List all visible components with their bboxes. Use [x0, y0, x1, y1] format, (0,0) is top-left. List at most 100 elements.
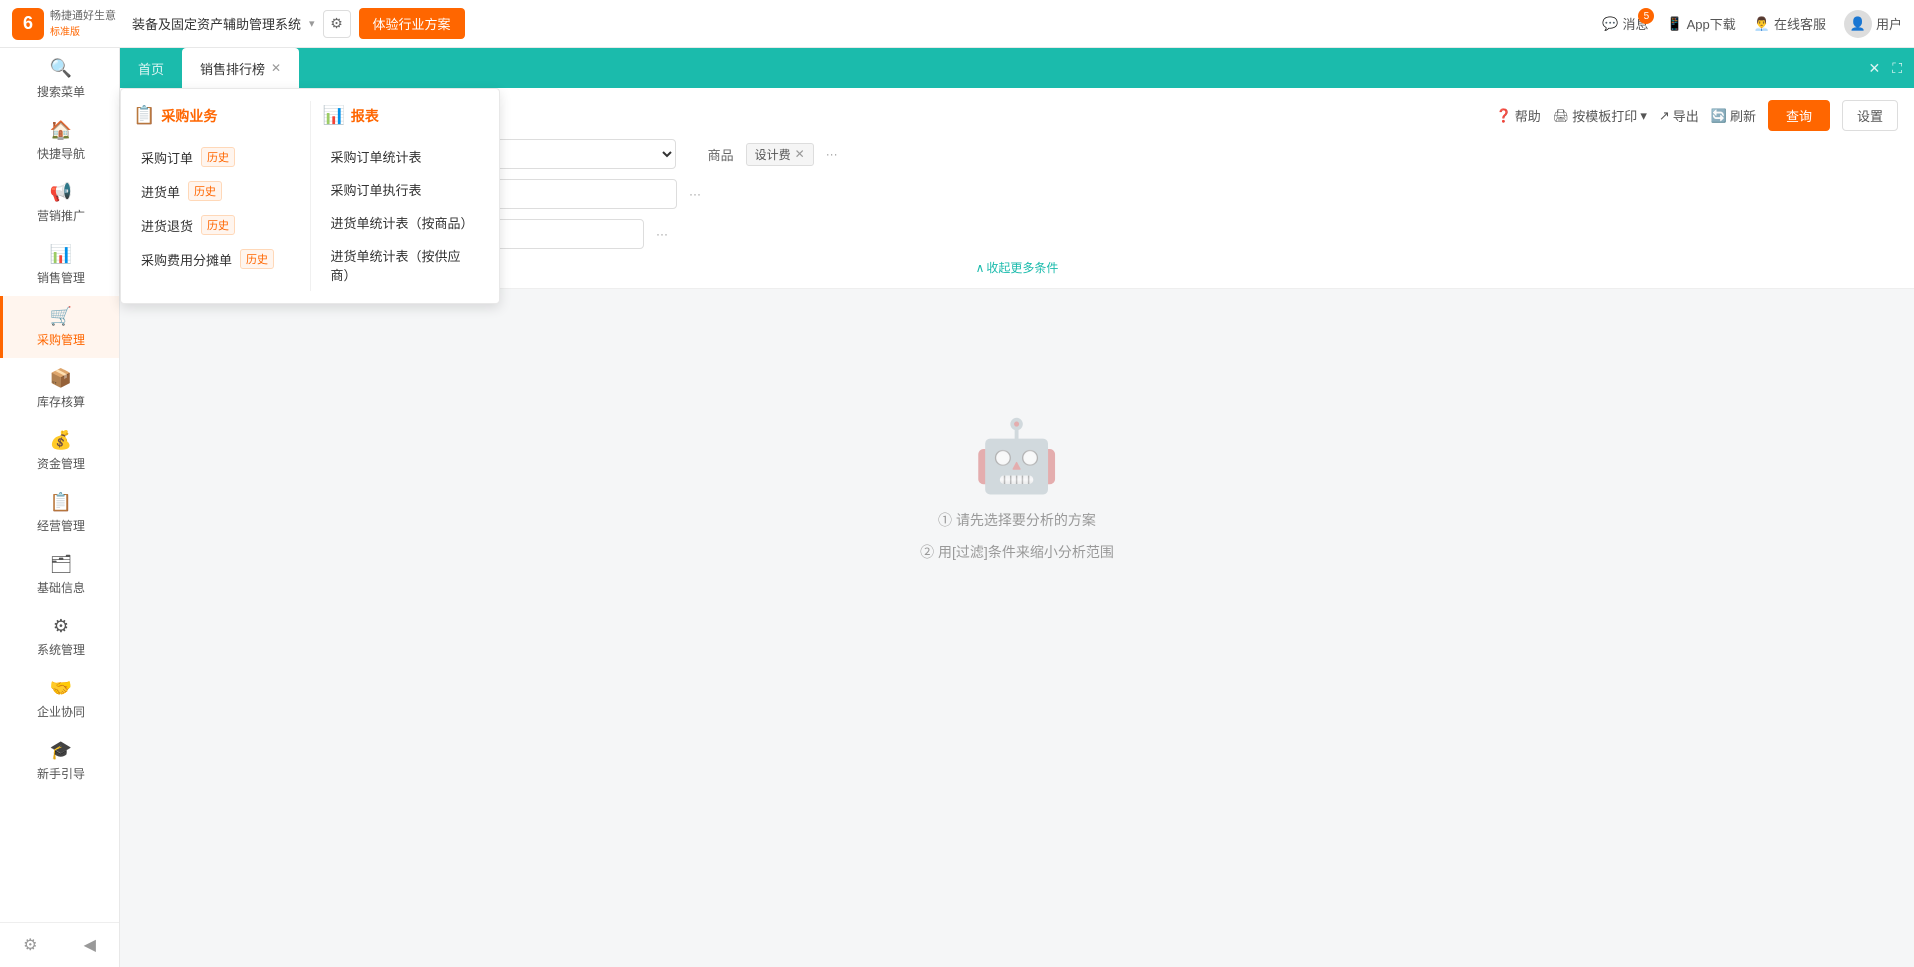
- export-icon: ↗: [1659, 108, 1670, 124]
- sidebar-settings-button[interactable]: ⚙: [23, 935, 37, 955]
- service-icon: 👨‍💼: [1754, 16, 1770, 32]
- sidebar-item-inventory[interactable]: 📦 库存核算: [0, 358, 119, 420]
- salesperson-input[interactable]: [483, 179, 677, 209]
- sidebar-item-label: 经营管理: [37, 517, 85, 534]
- sidebar-collapse-button[interactable]: ◀: [84, 935, 96, 955]
- sidebar-item-purchase[interactable]: 🛒 采购管理: [0, 296, 119, 358]
- sidebar: 🔍 搜索菜单 🏠 快捷导航 📢 营销推广 📊 销售管理 🛒 采购管理 📦 库存核…: [0, 48, 120, 967]
- sidebar-item-basic[interactable]: 🗂 基础信息: [0, 544, 119, 606]
- menu-item-receipt-stats-goods[interactable]: 进货单统计表（按商品）: [323, 206, 488, 239]
- history-badge-purchase-expense[interactable]: 历史: [240, 249, 274, 269]
- goods-tag-close[interactable]: ✕: [795, 147, 805, 161]
- sidebar-item-enterprise[interactable]: 🤝 企业协同: [0, 668, 119, 730]
- enterprise-icon: 🤝: [50, 678, 72, 699]
- industry-button[interactable]: 体验行业方案: [359, 8, 465, 39]
- bill-status-select[interactable]: [476, 139, 676, 169]
- sidebar-item-label: 基础信息: [37, 579, 85, 596]
- query-button[interactable]: 查询: [1768, 100, 1830, 131]
- tab-sales-rank[interactable]: 销售排行榜 ✕: [182, 48, 299, 88]
- tab-home[interactable]: 首页: [120, 48, 182, 88]
- menu-item-po-exec[interactable]: 采购订单执行表: [323, 173, 488, 206]
- logo-line1: 畅捷通好生意: [50, 9, 116, 23]
- history-badge-purchase-order[interactable]: 历史: [201, 147, 235, 167]
- sys-title-area: 装备及固定资产辅助管理系统 ▾ ⚙ 体验行业方案: [132, 8, 1602, 39]
- menu-item-purchase-order[interactable]: 采购订单 历史: [133, 140, 298, 174]
- top-right-area: 💬 消息 5 📱 App下载 👨‍💼 在线客服 👤 用户: [1602, 10, 1902, 38]
- finance-icon: 💰: [50, 430, 72, 451]
- refresh-button[interactable]: 🔄 刷新: [1711, 106, 1756, 125]
- print-button[interactable]: 🖨 按模板打印 ▾: [1553, 106, 1647, 125]
- message-button[interactable]: 💬 消息 5: [1602, 14, 1648, 33]
- sidebar-item-label: 采购管理: [37, 331, 85, 348]
- sidebar-item-search[interactable]: 🔍 搜索菜单: [0, 48, 119, 110]
- export-button[interactable]: ↗ 导出: [1659, 106, 1699, 125]
- sidebar-item-label: 资金管理: [37, 455, 85, 472]
- menu-item-goods-return[interactable]: 进货退货 历史: [133, 208, 298, 242]
- app-download-button[interactable]: 📱 App下载: [1666, 14, 1735, 33]
- print-dropdown-icon[interactable]: ▾: [1640, 108, 1647, 124]
- app-download-label: App下载: [1687, 14, 1736, 33]
- reports-section-title: 报表: [351, 106, 379, 126]
- tab-home-label: 首页: [138, 59, 164, 78]
- menu-item-receipt-stats-supplier[interactable]: 进货单统计表（按供应商）: [323, 239, 488, 291]
- collapse-button[interactable]: ∧ 收起更多条件: [976, 259, 1059, 276]
- help-button[interactable]: ❓ 帮助: [1496, 106, 1541, 125]
- salesperson-more-button[interactable]: ···: [689, 187, 701, 201]
- set-button[interactable]: 设置: [1842, 100, 1898, 131]
- sidebar-item-label: 企业协同: [37, 703, 85, 720]
- menu-section-reports-header: 📊 报表: [323, 101, 488, 130]
- hint2-text: 用[过滤]条件来缩小分析范围: [938, 544, 1114, 560]
- sidebar-item-label: 销售管理: [37, 269, 85, 286]
- sys-title: 装备及固定资产辅助管理系统: [132, 14, 301, 33]
- tab-maximize-button[interactable]: ⛶: [1888, 56, 1906, 81]
- empty-hint-1: ① 请先选择要分析的方案: [938, 510, 1096, 530]
- empty-hint-2: ② 用[过滤]条件来缩小分析范围: [920, 542, 1114, 562]
- message-icon: 💬: [1602, 16, 1618, 32]
- sidebar-item-marketing[interactable]: 📢 营销推广: [0, 172, 119, 234]
- reports-section-icon: 📊: [323, 105, 345, 126]
- menu-item-goods-receipt[interactable]: 进货单 历史: [133, 174, 298, 208]
- receipt-stats-supplier-label: 进货单统计表（按供应商）: [331, 246, 480, 284]
- customer-more-button[interactable]: ···: [656, 227, 668, 241]
- history-badge-goods-return[interactable]: 历史: [201, 215, 235, 235]
- marketing-icon: 📢: [50, 182, 72, 203]
- sidebar-item-operations[interactable]: 📋 经营管理: [0, 482, 119, 544]
- empty-state: 🤖 ① 请先选择要分析的方案 ② 用[过滤]条件来缩小分析范围: [120, 289, 1914, 689]
- export-label: 导出: [1673, 106, 1699, 125]
- purchase-expense-label: 采购费用分摊单: [141, 250, 232, 269]
- purchase-section-icon: 📋: [133, 105, 155, 126]
- history-badge-goods-receipt[interactable]: 历史: [188, 181, 222, 201]
- goods-more-button[interactable]: ···: [826, 147, 838, 161]
- sidebar-item-guide[interactable]: 🎓 新手引导: [0, 730, 119, 792]
- print-label: 按模板打印: [1572, 106, 1637, 125]
- phone-icon: 📱: [1666, 16, 1682, 32]
- tab-close-icon[interactable]: ✕: [271, 61, 281, 75]
- user-area[interactable]: 👤 用户: [1844, 10, 1902, 38]
- sidebar-item-system[interactable]: ⚙ 系统管理: [0, 606, 119, 668]
- menu-item-po-stats[interactable]: 采购订单统计表: [323, 140, 488, 173]
- dropdown-arrow-icon[interactable]: ▾: [309, 17, 315, 30]
- receipt-stats-goods-label: 进货单统计表（按商品）: [331, 213, 474, 232]
- goods-return-label: 进货退货: [141, 216, 193, 235]
- purchase-dropdown-menu: 📋 采购业务 采购订单 历史 进货单 历史 进货退货 历史 采购费用分摊单 历史…: [120, 88, 500, 304]
- empty-illustration: 🤖: [973, 416, 1060, 498]
- goods-label: 商品: [708, 145, 734, 164]
- refresh-icon: 🔄: [1711, 108, 1727, 124]
- settings-button[interactable]: ⚙: [323, 10, 351, 38]
- po-stats-label: 采购订单统计表: [331, 147, 422, 166]
- inventory-icon: 📦: [50, 368, 72, 389]
- logo-icon: 6: [12, 8, 44, 40]
- logo-area: 6 畅捷通好生意 标准版: [12, 8, 132, 40]
- menu-item-purchase-expense[interactable]: 采购费用分摊单 历史: [133, 242, 298, 276]
- hint1-text: 请先选择要分析的方案: [956, 512, 1096, 528]
- sidebar-item-sales[interactable]: 📊 销售管理: [0, 234, 119, 296]
- purchase-order-label: 采购订单: [141, 148, 193, 167]
- sidebar-item-finance[interactable]: 💰 资金管理: [0, 420, 119, 482]
- home-icon: 🏠: [50, 120, 72, 141]
- user-label: 用户: [1876, 14, 1902, 33]
- purchase-section-title: 采购业务: [161, 106, 217, 126]
- menu-section-reports: 📊 报表 采购订单统计表 采购订单执行表 进货单统计表（按商品） 进货单统计表（…: [310, 101, 500, 291]
- tab-close-button[interactable]: ✕: [1864, 56, 1884, 81]
- sidebar-item-quick-nav[interactable]: 🏠 快捷导航: [0, 110, 119, 172]
- online-service-button[interactable]: 👨‍💼 在线客服: [1754, 14, 1826, 33]
